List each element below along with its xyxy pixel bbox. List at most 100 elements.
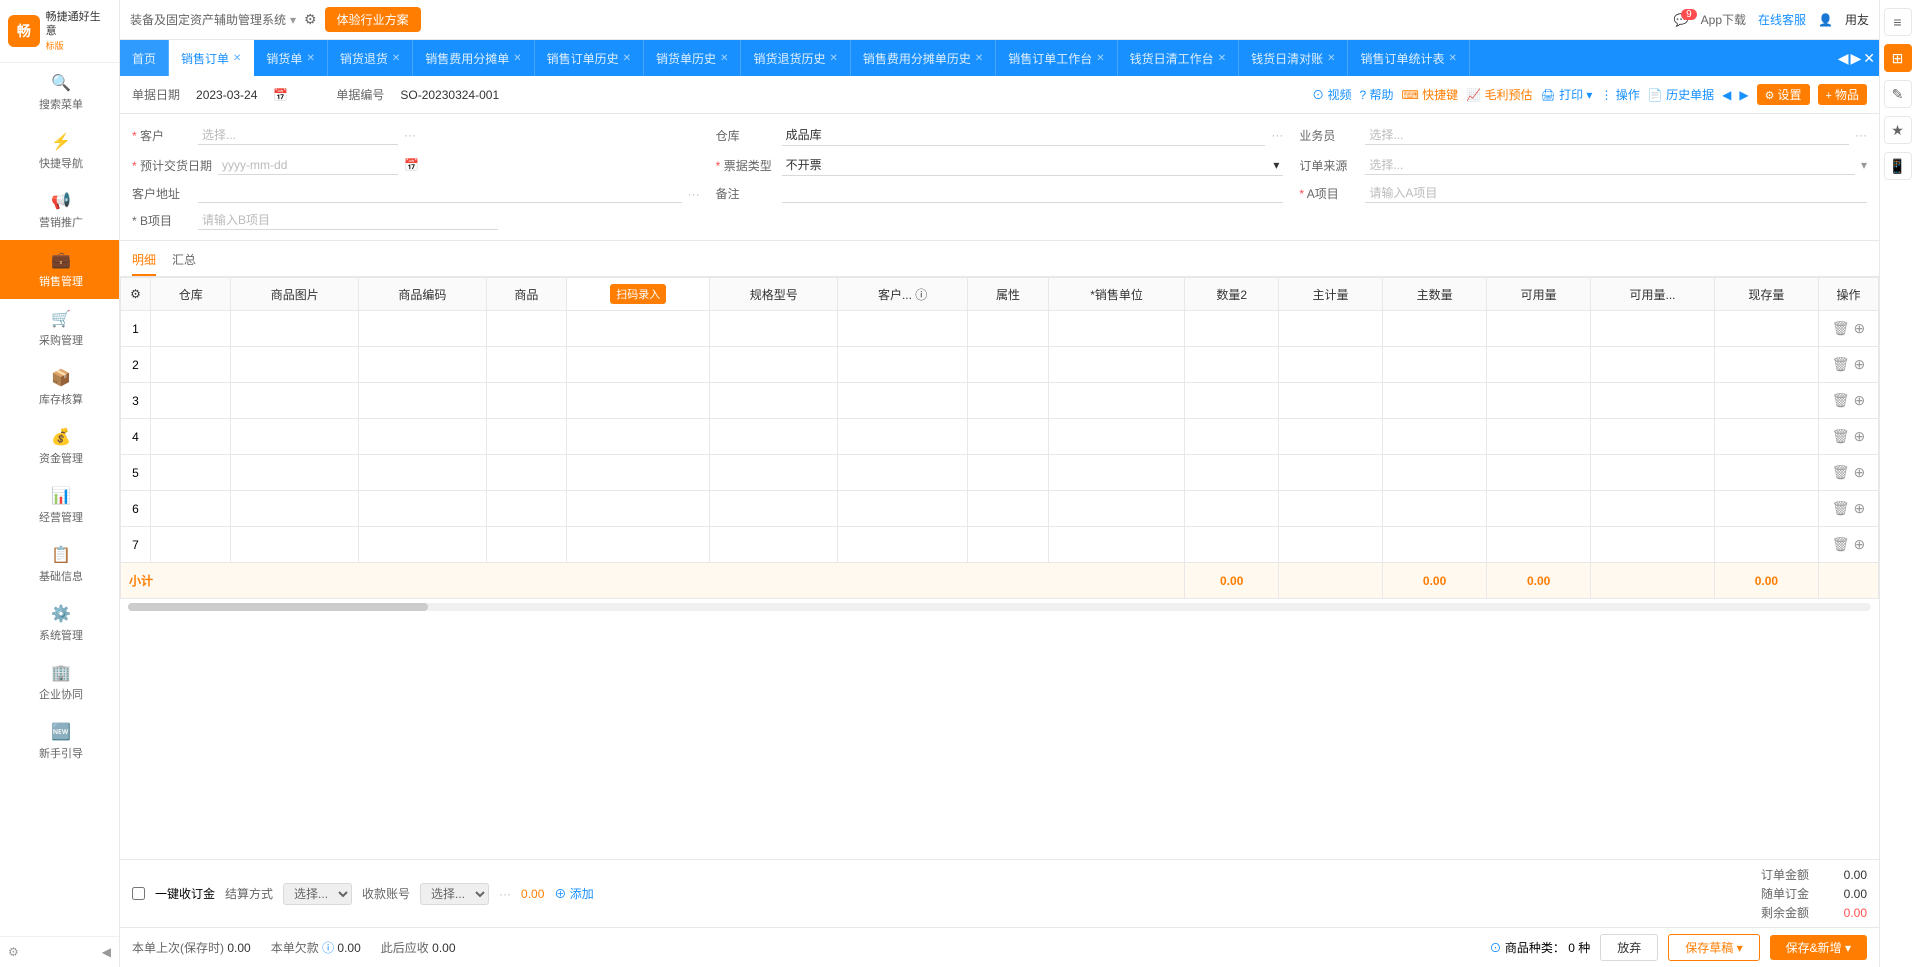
- customer-address-input[interactable]: [198, 184, 682, 203]
- col-product-code[interactable]: 商品编码: [359, 278, 487, 311]
- row-current-stock[interactable]: [1714, 455, 1818, 491]
- row-attributes[interactable]: [968, 491, 1048, 527]
- shortcut-link[interactable]: ⌨ 快捷键: [1402, 86, 1459, 103]
- row-customer-info[interactable]: [838, 419, 968, 455]
- row-spec-model[interactable]: [710, 455, 838, 491]
- row-attributes[interactable]: [968, 383, 1048, 419]
- row-spec-model[interactable]: [710, 383, 838, 419]
- row-sales-unit[interactable]: [1048, 455, 1185, 491]
- row-main-qty[interactable]: [1383, 347, 1487, 383]
- tab-sales-goods[interactable]: 销货单 ✕: [254, 40, 327, 76]
- delivery-calendar-icon[interactable]: 📅: [404, 158, 419, 172]
- right-panel-btn-3[interactable]: ✎: [1884, 80, 1912, 108]
- col-attributes[interactable]: 属性: [968, 278, 1048, 311]
- tab-close-icon[interactable]: ✕: [1218, 53, 1226, 64]
- tab-close-icon[interactable]: ✕: [392, 53, 400, 64]
- salesperson-more-icon[interactable]: ···: [1855, 128, 1867, 142]
- row-warehouse[interactable]: [151, 527, 231, 563]
- row-main-unit[interactable]: [1279, 455, 1383, 491]
- row-copy-button[interactable]: ⊕: [1854, 536, 1866, 553]
- row-main-qty[interactable]: [1383, 455, 1487, 491]
- col-warehouse[interactable]: 仓库: [151, 278, 231, 311]
- row-sales-unit[interactable]: [1048, 347, 1185, 383]
- row-qty2[interactable]: [1185, 347, 1279, 383]
- nav-right-icon[interactable]: ▶: [1739, 88, 1748, 102]
- row-sales-unit[interactable]: [1048, 527, 1185, 563]
- action-link[interactable]: ⋮ 操作: [1600, 86, 1639, 103]
- calendar-icon[interactable]: 📅: [273, 88, 288, 102]
- row-product-code[interactable]: [359, 527, 487, 563]
- save-new-button[interactable]: 保存&新增 ▾: [1770, 935, 1867, 960]
- customer-input[interactable]: [198, 126, 398, 145]
- row-product[interactable]: [486, 419, 566, 455]
- right-panel-btn-5[interactable]: 📱: [1884, 152, 1912, 180]
- note-input[interactable]: [782, 184, 1284, 203]
- add-goods-button[interactable]: + 物品: [1818, 84, 1868, 105]
- sidebar-item-purchase[interactable]: 🛒 采购管理: [0, 299, 119, 358]
- tab-prev-button[interactable]: ◀: [1838, 50, 1849, 67]
- row-main-qty[interactable]: [1383, 491, 1487, 527]
- row-product-code[interactable]: [359, 491, 487, 527]
- row-barcode[interactable]: [567, 383, 710, 419]
- tab-sales-order-history[interactable]: 销售订单历史 ✕: [535, 40, 644, 76]
- row-spec-model[interactable]: [710, 311, 838, 347]
- row-warehouse[interactable]: [151, 491, 231, 527]
- row-current-stock[interactable]: [1714, 491, 1818, 527]
- sidebar-settings-icon[interactable]: ⚙: [8, 945, 19, 959]
- row-spec-model[interactable]: [710, 491, 838, 527]
- row-available-more[interactable]: [1591, 419, 1715, 455]
- row-warehouse[interactable]: [151, 455, 231, 491]
- warehouse-more-icon[interactable]: ···: [1271, 128, 1283, 142]
- date-value[interactable]: 2023-03-24: [196, 88, 257, 102]
- row-available[interactable]: [1487, 419, 1591, 455]
- row-barcode[interactable]: [567, 347, 710, 383]
- tab-close-icon[interactable]: ✕: [829, 53, 837, 64]
- col-product[interactable]: 商品: [486, 278, 566, 311]
- right-panel-btn-2[interactable]: ⊞: [1884, 44, 1912, 72]
- col-spec-model[interactable]: 规格型号: [710, 278, 838, 311]
- row-main-unit[interactable]: [1279, 383, 1383, 419]
- tab-more-button[interactable]: ✕: [1863, 50, 1875, 67]
- row-main-unit[interactable]: [1279, 311, 1383, 347]
- row-available[interactable]: [1487, 455, 1591, 491]
- row-delete-button[interactable]: 🗑: [1832, 428, 1850, 445]
- row-qty2[interactable]: [1185, 455, 1279, 491]
- tab-sales-fee-history[interactable]: 销售费用分摊单历史 ✕: [851, 40, 996, 76]
- sidebar-item-system[interactable]: ⚙️ 系统管理: [0, 594, 119, 653]
- barcode-entry-button[interactable]: 扫码录入: [610, 284, 666, 304]
- sidebar-item-marketing[interactable]: 📢 营销推广: [0, 181, 119, 240]
- row-barcode[interactable]: [567, 527, 710, 563]
- row-delete-button[interactable]: 🗑: [1832, 536, 1850, 553]
- tab-home[interactable]: 首页: [120, 40, 169, 76]
- row-warehouse[interactable]: [151, 347, 231, 383]
- row-main-unit[interactable]: [1279, 419, 1383, 455]
- row-qty2[interactable]: [1185, 419, 1279, 455]
- sidebar-item-operation[interactable]: 📊 经营管理: [0, 476, 119, 535]
- quick-collect-checkbox[interactable]: [132, 887, 145, 900]
- row-customer-info[interactable]: [838, 383, 968, 419]
- row-qty2[interactable]: [1185, 383, 1279, 419]
- sidebar-item-quick-nav[interactable]: ⚡ 快捷导航: [0, 122, 119, 181]
- col-qty2[interactable]: 数量2: [1185, 278, 1279, 311]
- tab-sales-order-workbench[interactable]: 销售订单工作台 ✕: [996, 40, 1117, 76]
- col-customer-info[interactable]: 客户... ⓘ: [838, 278, 968, 311]
- save-draft-dropdown-icon[interactable]: ▾: [1737, 941, 1743, 955]
- sidebar-item-sales[interactable]: 💼 销售管理: [0, 240, 119, 299]
- row-barcode[interactable]: [567, 419, 710, 455]
- tab-sales-return[interactable]: 销货退货 ✕: [328, 40, 413, 76]
- a-project-input[interactable]: [1365, 184, 1867, 203]
- row-attributes[interactable]: [968, 347, 1048, 383]
- row-product-code[interactable]: [359, 419, 487, 455]
- row-current-stock[interactable]: [1714, 419, 1818, 455]
- row-delete-button[interactable]: 🗑: [1832, 500, 1850, 517]
- right-panel-btn-1[interactable]: ≡: [1884, 8, 1912, 36]
- tab-close-icon[interactable]: ✕: [1449, 53, 1457, 64]
- col-settings[interactable]: ⚙: [121, 278, 151, 311]
- row-copy-button[interactable]: ⊕: [1854, 500, 1866, 517]
- row-attributes[interactable]: [968, 455, 1048, 491]
- right-panel-btn-4[interactable]: ★: [1884, 116, 1912, 144]
- row-available[interactable]: [1487, 383, 1591, 419]
- order-source-input[interactable]: [1365, 156, 1855, 175]
- order-source-dropdown-icon[interactable]: ▾: [1861, 158, 1867, 172]
- tab-cash-daily-workbench[interactable]: 钱货日清工作台 ✕: [1118, 40, 1239, 76]
